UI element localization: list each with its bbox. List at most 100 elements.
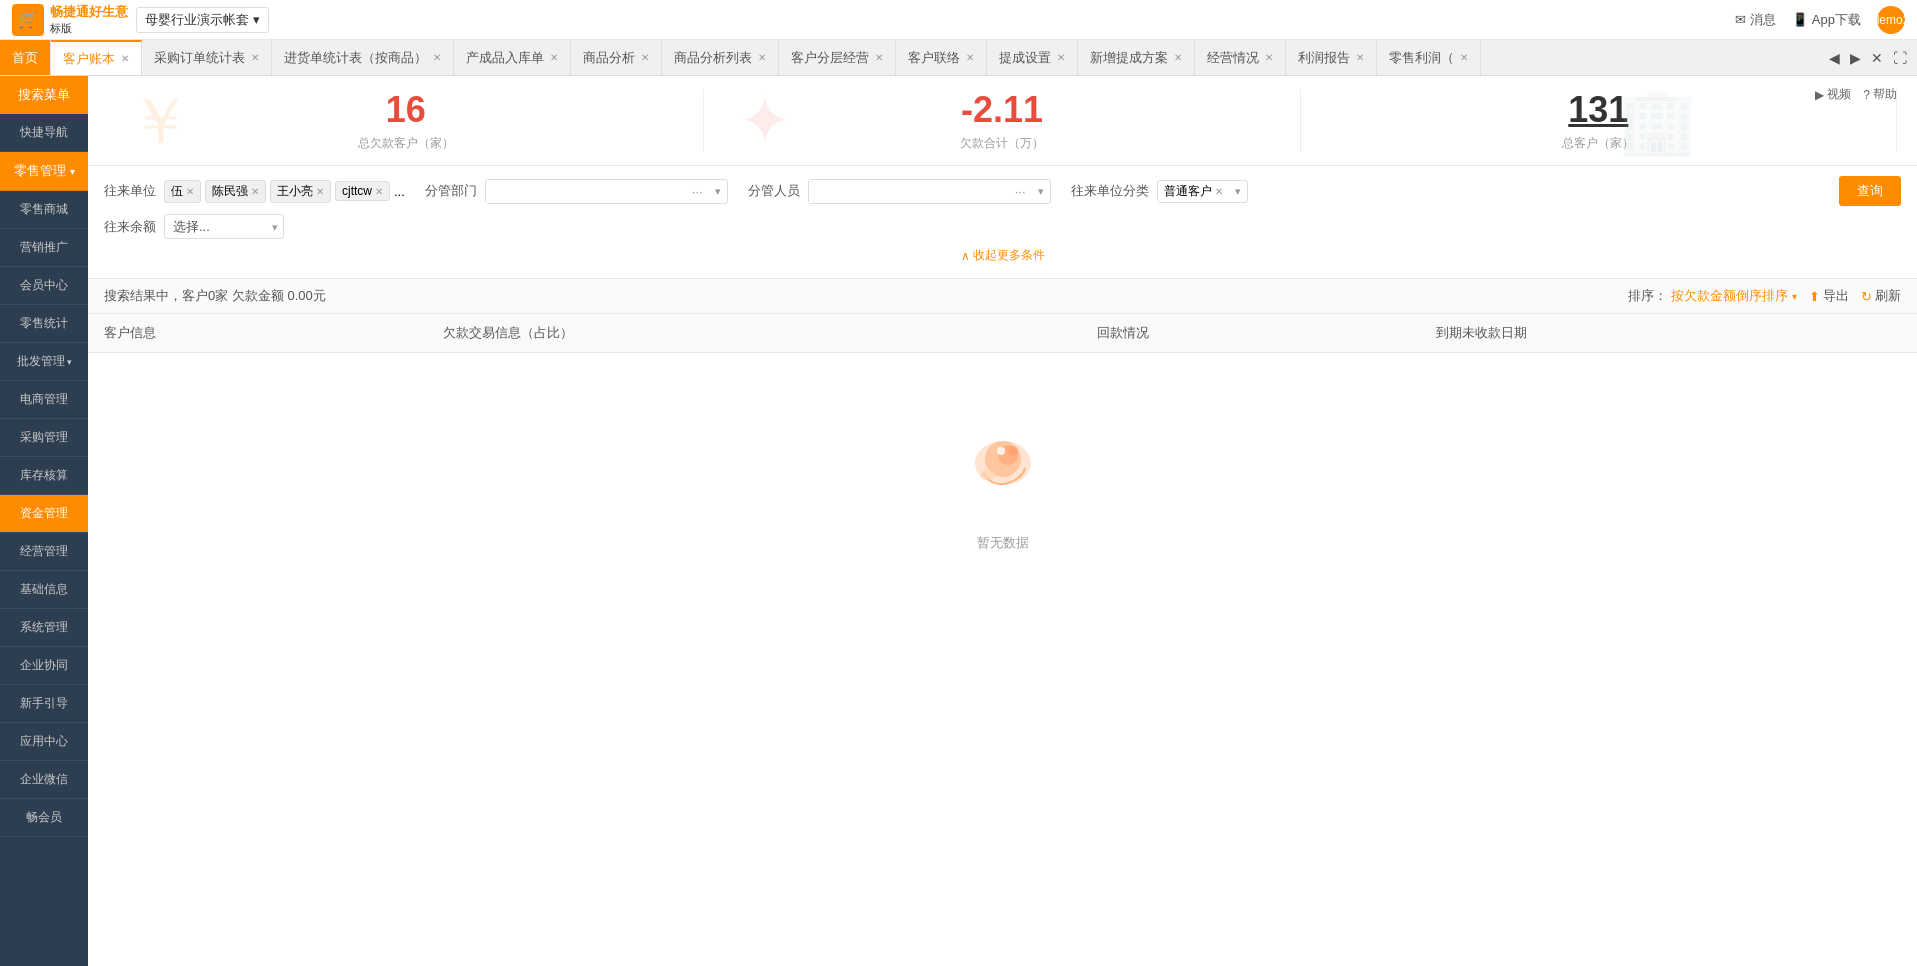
tab-product-analysis[interactable]: 商品分析 ✕ [571, 40, 662, 76]
svg-point-5 [997, 447, 1005, 455]
tab-retail-profit[interactable]: 零售利润（ ✕ [1377, 40, 1481, 76]
tag-close-wu[interactable]: ✕ [186, 186, 194, 197]
arrow-icon: ▾ [67, 357, 72, 367]
app-download-button[interactable]: 📱 App下载 [1792, 11, 1861, 29]
person-dropdown-icon[interactable]: ▾ [1032, 185, 1050, 198]
dept-more-icon[interactable]: ··· [686, 184, 709, 199]
close-icon[interactable]: ✕ [1356, 52, 1364, 63]
sidebar-item-vip-member[interactable]: 畅会员 [0, 799, 88, 837]
nav-right-arrow[interactable]: ▶ [1846, 48, 1865, 68]
filter-bar: 往来单位 伍 ✕ 陈民强 ✕ 王小亮 ✕ cjttcw [88, 166, 1917, 279]
collapse-button[interactable]: ∧ 收起更多条件 [104, 247, 1901, 264]
sidebar-item-wholesale[interactable]: 批发管理 ▾ [0, 343, 88, 381]
total-customers-value: 131 [1568, 89, 1628, 131]
nav-left-arrow[interactable]: ◀ [1825, 48, 1844, 68]
sidebar-item-basic-info[interactable]: 基础信息 [0, 571, 88, 609]
query-button[interactable]: 查询 [1839, 176, 1901, 206]
export-button[interactable]: ⬆ 导出 [1809, 287, 1849, 305]
dept-dropdown-icon[interactable]: ▾ [709, 185, 727, 198]
video-link[interactable]: ▶ 视频 [1815, 86, 1851, 103]
close-icon[interactable]: ✕ [251, 52, 259, 63]
tab-proposal-settings[interactable]: 提成设置 ✕ [987, 40, 1078, 76]
sidebar-item-purchase[interactable]: 采购管理 [0, 419, 88, 457]
logo-icon: 🛒 [12, 4, 44, 36]
close-icon[interactable]: ✕ [1265, 52, 1273, 63]
nav-arrows: ◀ ▶ ✕ ⛶ [1819, 48, 1917, 68]
tag-close-chen[interactable]: ✕ [251, 186, 259, 197]
close-icon[interactable]: ✕ [1174, 52, 1182, 63]
top-bar-right: ✉ 消息 📱 App下载 demo2 [1735, 6, 1905, 34]
sidebar-quick-nav[interactable]: 快捷导航 [0, 114, 88, 152]
tab-customer-connect[interactable]: 客户联络 ✕ [896, 40, 987, 76]
tab-home[interactable]: 首页 [0, 40, 51, 76]
sidebar-item-retail-mall[interactable]: 零售商城 [0, 191, 88, 229]
avatar[interactable]: demo2 [1877, 6, 1905, 34]
table-body: 暂无数据 [88, 353, 1917, 613]
svg-point-4 [980, 470, 996, 480]
close-icon[interactable]: ✕ [1057, 52, 1065, 63]
overdue-amount-label: 欠款合计（万） [960, 135, 1044, 152]
sidebar-item-operations[interactable]: 经营管理 [0, 533, 88, 571]
tab-purchase-stat[interactable]: 进货单统计表（按商品） ✕ [272, 40, 454, 76]
close-icon[interactable]: ✕ [1460, 52, 1468, 63]
sidebar-item-app-center[interactable]: 应用中心 [0, 723, 88, 761]
tags-more-button[interactable]: ... [394, 184, 405, 199]
tag-close-wang[interactable]: ✕ [316, 186, 324, 197]
data-table: 客户信息 欠款交易信息（占比） 回款情况 到期未收款日期 [88, 314, 1917, 612]
balance-select[interactable]: 选择... [164, 214, 284, 239]
tab-product-inbound[interactable]: 产成品入库单 ✕ [454, 40, 571, 76]
close-icon[interactable]: ✕ [641, 52, 649, 63]
tab-new-proposal[interactable]: 新增提成方案 ✕ [1078, 40, 1195, 76]
sidebar-item-enterprise-wechat[interactable]: 企业微信 [0, 761, 88, 799]
stat-total-customers: 131 总客户（家） [1301, 89, 1897, 152]
sidebar-item-ecommerce[interactable]: 电商管理 [0, 381, 88, 419]
results-actions: 排序： 按欠款金额倒序排序 ▾ ⬆ 导出 ↻ 刷新 [1628, 287, 1901, 305]
stats-bar: ￥ ✦ 🏢 16 总欠款客户（家） -2.11 欠款合计（万） 131 总客户（… [88, 76, 1917, 166]
table-header: 客户信息 欠款交易信息（占比） 回款情况 到期未收款日期 [88, 314, 1917, 353]
nav-maximize[interactable]: ⛶ [1889, 48, 1911, 68]
tab-customer-tier[interactable]: 客户分层经营 ✕ [779, 40, 896, 76]
filter-tag-cjttcw: cjttcw ✕ [335, 181, 390, 201]
close-icon[interactable]: ✕ [966, 52, 974, 63]
logo-area: 🛒 畅捷通好生意 标版 [12, 4, 128, 36]
chevron-down-icon: ▾ [70, 166, 75, 177]
download-icon: 📱 [1792, 12, 1808, 27]
sidebar-item-enterprise-collab[interactable]: 企业协同 [0, 647, 88, 685]
dept-input[interactable] [486, 180, 686, 203]
total-customers-label: 总客户（家） [1562, 135, 1634, 152]
sidebar-item-capital[interactable]: 资金管理 [0, 495, 88, 533]
close-icon[interactable]: ✕ [433, 52, 441, 63]
unit-class-tag-close[interactable]: ✕ [1215, 186, 1223, 197]
sidebar-item-marketing[interactable]: 营销推广 [0, 229, 88, 267]
sidebar-item-system[interactable]: 系统管理 [0, 609, 88, 647]
tab-profit-report[interactable]: 利润报告 ✕ [1286, 40, 1377, 76]
company-selector[interactable]: 母婴行业演示帐套 ▾ [136, 7, 269, 33]
person-input[interactable] [809, 180, 1009, 203]
tab-purchase-order[interactable]: 采购订单统计表 ✕ [142, 40, 272, 76]
sidebar-item-inventory[interactable]: 库存核算 [0, 457, 88, 495]
refresh-button[interactable]: ↻ 刷新 [1861, 287, 1901, 305]
sidebar-item-member[interactable]: 会员中心 [0, 267, 88, 305]
stat-overdue-amount: -2.11 欠款合计（万） [704, 89, 1300, 152]
sort-value[interactable]: 按欠款金额倒序排序 [1671, 287, 1788, 305]
unit-class-dropdown-icon[interactable]: ▾ [1229, 185, 1247, 198]
tag-close-cjttcw[interactable]: ✕ [375, 186, 383, 197]
messages-button[interactable]: ✉ 消息 [1735, 11, 1776, 29]
sidebar-item-retail-stats[interactable]: 零售统计 [0, 305, 88, 343]
tab-product-analysis-list[interactable]: 商品分析列表 ✕ [662, 40, 779, 76]
nav-close-all[interactable]: ✕ [1867, 48, 1887, 68]
tab-account-book[interactable]: 客户账本 ✕ [51, 40, 142, 76]
close-icon[interactable]: ✕ [875, 52, 883, 63]
sidebar-item-new-guide[interactable]: 新手引导 [0, 685, 88, 723]
help-link[interactable]: ? 帮助 [1863, 86, 1897, 103]
top-bar-left: 🛒 畅捷通好生意 标版 母婴行业演示帐套 ▾ [12, 4, 269, 36]
close-icon[interactable]: ✕ [758, 52, 766, 63]
sidebar-retail-mgmt[interactable]: 零售管理 ▾ [0, 152, 88, 191]
empty-text: 暂无数据 [977, 534, 1029, 552]
sidebar-search[interactable]: 搜索菜单 [0, 76, 88, 114]
table-area: 客户信息 欠款交易信息（占比） 回款情况 到期未收款日期 [88, 314, 1917, 966]
person-more-icon[interactable]: ··· [1009, 184, 1032, 199]
close-icon[interactable]: ✕ [550, 52, 558, 63]
tab-biz-situation[interactable]: 经营情况 ✕ [1195, 40, 1286, 76]
close-icon[interactable]: ✕ [121, 53, 129, 64]
